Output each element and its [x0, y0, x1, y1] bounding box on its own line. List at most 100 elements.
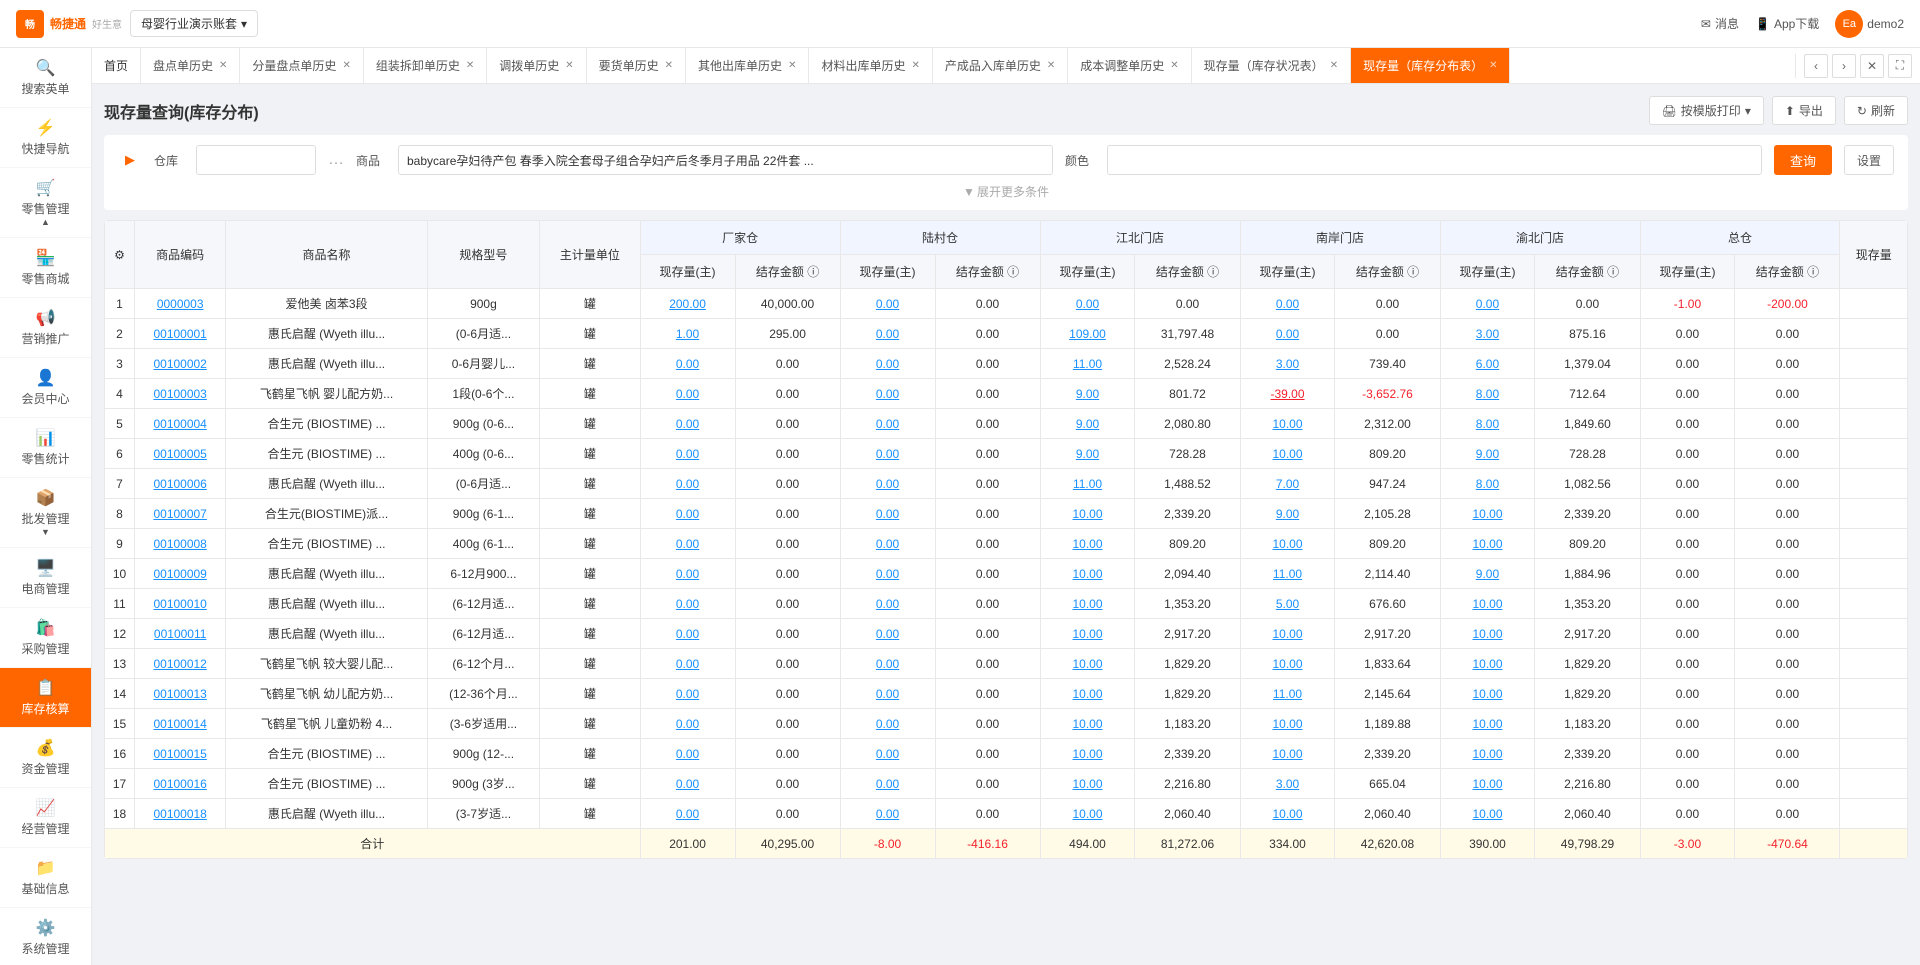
- color-input[interactable]: [1107, 145, 1762, 175]
- table-cell[interactable]: 9.00: [1040, 409, 1135, 439]
- table-cell[interactable]: 10.00: [1040, 799, 1135, 829]
- message-action[interactable]: ✉ 消息: [1701, 15, 1739, 32]
- tab-close-icon[interactable]: ✕: [1047, 60, 1055, 71]
- table-cell[interactable]: 00100009: [135, 559, 226, 589]
- user-profile[interactable]: Ea demo2: [1835, 10, 1904, 38]
- table-cell[interactable]: 0.00: [840, 769, 935, 799]
- table-cell[interactable]: 10.00: [1440, 769, 1535, 799]
- table-cell[interactable]: 3.00: [1440, 319, 1535, 349]
- table-cell[interactable]: 0.00: [840, 799, 935, 829]
- sidebar-item-retail[interactable]: 🛒 零售管理 ▲: [0, 168, 91, 238]
- setting-button[interactable]: 设置: [1844, 145, 1894, 175]
- table-cell[interactable]: 5.00: [1240, 589, 1335, 619]
- table-cell[interactable]: 00100006: [135, 469, 226, 499]
- sidebar-item-retail-store[interactable]: 🏪 零售商城: [0, 238, 91, 298]
- table-cell[interactable]: 0.00: [840, 439, 935, 469]
- tab-close-icon[interactable]: ✕: [1170, 60, 1178, 71]
- table-cell[interactable]: 00100013: [135, 679, 226, 709]
- query-button[interactable]: 查询: [1774, 145, 1832, 175]
- table-cell[interactable]: 9.00: [1440, 439, 1535, 469]
- sidebar-item-operation[interactable]: 📈 经营管理: [0, 788, 91, 848]
- table-cell[interactable]: 0.00: [840, 379, 935, 409]
- table-cell[interactable]: 0.00: [640, 799, 735, 829]
- table-cell[interactable]: 0.00: [840, 409, 935, 439]
- table-cell[interactable]: 0.00: [840, 649, 935, 679]
- sidebar-item-system[interactable]: ⚙️ 系统管理: [0, 908, 91, 965]
- tab-home[interactable]: 首页: [92, 48, 141, 83]
- table-cell[interactable]: 00100008: [135, 529, 226, 559]
- table-cell[interactable]: 8.00: [1440, 409, 1535, 439]
- tab-prev-button[interactable]: ‹: [1804, 54, 1828, 78]
- table-cell[interactable]: 10.00: [1440, 739, 1535, 769]
- table-cell[interactable]: 00100018: [135, 799, 226, 829]
- sidebar-item-member[interactable]: 👤 会员中心: [0, 358, 91, 418]
- tab-next-button[interactable]: ›: [1832, 54, 1856, 78]
- table-cell[interactable]: 0.00: [1240, 289, 1335, 319]
- tab-close-icon[interactable]: ✕: [665, 60, 673, 71]
- table-cell[interactable]: 109.00: [1040, 319, 1135, 349]
- tab-close-icon[interactable]: ✕: [219, 60, 227, 71]
- tab-close-icon[interactable]: ✕: [1489, 60, 1497, 71]
- table-cell[interactable]: 8.00: [1440, 469, 1535, 499]
- filter-toggle-button[interactable]: ▶: [118, 148, 142, 172]
- tab-stock-status[interactable]: 现存量（库存状况表） ✕: [1192, 48, 1351, 83]
- table-cell[interactable]: 0.00: [640, 499, 735, 529]
- table-cell[interactable]: 0.00: [640, 739, 735, 769]
- refresh-button[interactable]: ↻ 刷新: [1844, 96, 1908, 125]
- table-cell[interactable]: 0.00: [640, 469, 735, 499]
- table-cell[interactable]: 10.00: [1440, 709, 1535, 739]
- table-cell[interactable]: 0.00: [840, 289, 935, 319]
- table-cell[interactable]: 10.00: [1240, 799, 1335, 829]
- table-cell[interactable]: 00100011: [135, 619, 226, 649]
- table-cell[interactable]: 00100001: [135, 319, 226, 349]
- print-button[interactable]: 🖨 按模版打印 ▾: [1649, 96, 1764, 125]
- table-cell[interactable]: 10.00: [1040, 559, 1135, 589]
- table-cell[interactable]: 9.00: [1440, 559, 1535, 589]
- table-cell[interactable]: 10.00: [1240, 409, 1335, 439]
- table-cell[interactable]: 0.00: [840, 499, 935, 529]
- table-cell[interactable]: 10.00: [1040, 709, 1135, 739]
- table-cell[interactable]: -39.00: [1240, 379, 1335, 409]
- table-cell[interactable]: 8.00: [1440, 379, 1535, 409]
- table-cell[interactable]: 6.00: [1440, 349, 1535, 379]
- sidebar-item-ecommerce[interactable]: 🖥️ 电商管理: [0, 548, 91, 608]
- expand-filter-button[interactable]: ▼ 展开更多条件: [963, 183, 1049, 200]
- table-cell[interactable]: 10.00: [1440, 649, 1535, 679]
- table-cell[interactable]: 0.00: [640, 379, 735, 409]
- tab-requisition[interactable]: 要货单历史 ✕: [587, 48, 686, 83]
- table-cell[interactable]: 10.00: [1040, 589, 1135, 619]
- table-cell[interactable]: 0.00: [640, 769, 735, 799]
- sidebar-item-finance[interactable]: 💰 资金管理: [0, 728, 91, 788]
- tab-close-all-button[interactable]: ✕: [1860, 54, 1884, 78]
- table-cell[interactable]: 0.00: [640, 559, 735, 589]
- table-cell[interactable]: 10.00: [1240, 439, 1335, 469]
- warehouse-picker-icon[interactable]: …: [328, 151, 344, 169]
- tab-cost-adjust[interactable]: 成本调整单历史 ✕: [1068, 48, 1191, 83]
- sidebar-item-wholesale[interactable]: 📦 批发管理 ▼: [0, 478, 91, 548]
- tab-inventory-count[interactable]: 盘点单历史 ✕: [141, 48, 240, 83]
- table-cell[interactable]: 10.00: [1240, 619, 1335, 649]
- table-cell[interactable]: 10.00: [1440, 619, 1535, 649]
- table-cell[interactable]: 00100004: [135, 409, 226, 439]
- table-cell[interactable]: 10.00: [1440, 529, 1535, 559]
- table-cell[interactable]: 0.00: [1440, 289, 1535, 319]
- table-cell[interactable]: 00100012: [135, 649, 226, 679]
- tab-close-icon[interactable]: ✕: [342, 60, 350, 71]
- table-cell[interactable]: 0.00: [640, 619, 735, 649]
- table-cell[interactable]: 10.00: [1440, 679, 1535, 709]
- sidebar-item-purchase[interactable]: 🛍️ 采购管理: [0, 608, 91, 668]
- table-cell[interactable]: 0.00: [840, 349, 935, 379]
- sidebar-item-basic[interactable]: 📁 基础信息: [0, 848, 91, 908]
- table-cell[interactable]: 10.00: [1240, 709, 1335, 739]
- table-cell[interactable]: 9.00: [1240, 499, 1335, 529]
- table-cell[interactable]: 9.00: [1040, 439, 1135, 469]
- suite-dropdown[interactable]: 母婴行业演示账套 ▾: [130, 10, 258, 37]
- table-cell[interactable]: 0.00: [840, 319, 935, 349]
- sidebar-item-inventory[interactable]: 📋 库存核算: [0, 668, 91, 728]
- sidebar-item-marketing[interactable]: 📢 营销推广: [0, 298, 91, 358]
- table-cell[interactable]: 10.00: [1040, 679, 1135, 709]
- product-input[interactable]: [398, 145, 1053, 175]
- table-cell[interactable]: 00100014: [135, 709, 226, 739]
- tab-transfer[interactable]: 调拨单历史 ✕: [487, 48, 586, 83]
- table-cell[interactable]: 0.00: [840, 709, 935, 739]
